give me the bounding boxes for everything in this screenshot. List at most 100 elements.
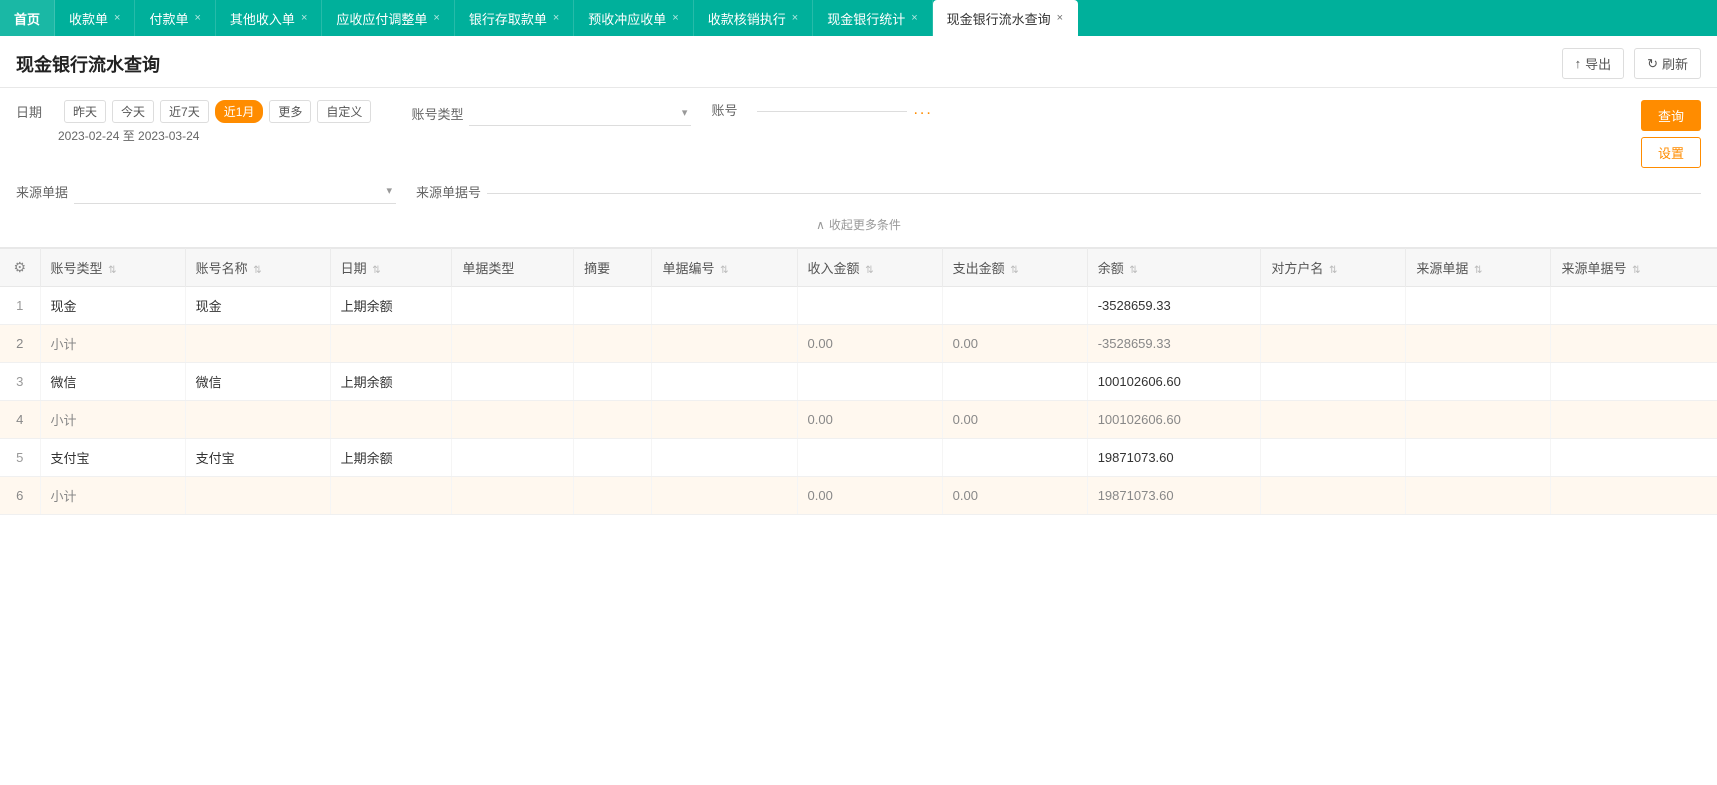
- cell-counterpart: [1261, 363, 1406, 401]
- nav-label: 应收应付调整单: [336, 9, 427, 28]
- col-expense[interactable]: 支出金额 ⇅: [942, 249, 1087, 287]
- date-filter-label: 日期: [16, 102, 56, 121]
- page-header: 现金银行流水查询 ↑ 导出 ↻ 刷新: [0, 36, 1717, 88]
- refresh-label: 刷新: [1662, 54, 1688, 73]
- cell-account-type: 现金: [40, 287, 185, 325]
- nav-label: 预收冲应收单: [588, 9, 666, 28]
- nav-label: 收款核销执行: [708, 9, 786, 28]
- col-doc-type: 单据类型: [452, 249, 574, 287]
- cell-expense: [942, 287, 1087, 325]
- sort-icon: ⇅: [1010, 265, 1018, 276]
- cell-income: [797, 287, 942, 325]
- cell-summary: [574, 325, 652, 363]
- nav-close-icon[interactable]: ×: [911, 12, 917, 24]
- date-btn-custom[interactable]: 自定义: [317, 100, 371, 123]
- cell-doc-no: [652, 287, 797, 325]
- export-button[interactable]: ↑ 导出: [1562, 48, 1625, 79]
- cell-doc-type: [452, 439, 574, 477]
- date-btn-yesterday[interactable]: 昨天: [64, 100, 106, 123]
- cell-expense: 0.00: [942, 401, 1087, 439]
- filter-area: 日期 昨天 今天 近7天 近1月 更多 自定义 2023-02-24 至 202…: [0, 88, 1717, 248]
- col-account-type[interactable]: 账号类型 ⇅: [40, 249, 185, 287]
- date-btn-7days[interactable]: 近7天: [160, 100, 209, 123]
- nav-item-yinhangcunqu[interactable]: 银行存取款单 ×: [455, 0, 574, 36]
- cell-counterpart: [1261, 287, 1406, 325]
- cell-source-doc-no: [1551, 439, 1717, 477]
- nav-close-icon[interactable]: ×: [1057, 12, 1063, 24]
- col-income[interactable]: 收入金额 ⇅: [797, 249, 942, 287]
- table-header-row: ⚙ 账号类型 ⇅ 账号名称 ⇅ 日期 ⇅ 单据类型: [0, 249, 1717, 287]
- cell-account-name: 微信: [185, 363, 330, 401]
- source-doc-input[interactable]: [78, 180, 386, 201]
- export-icon: ↑: [1575, 56, 1582, 71]
- nav-item-fukuandan[interactable]: 付款单 ×: [135, 0, 215, 36]
- nav-item-xianjinstatistics[interactable]: 现金银行统计 ×: [813, 0, 932, 36]
- nav-close-icon[interactable]: ×: [114, 12, 120, 24]
- cell-income: [797, 363, 942, 401]
- nav-close-icon[interactable]: ×: [433, 12, 439, 24]
- account-type-input[interactable]: [473, 102, 681, 123]
- sort-icon: ⇅: [108, 265, 116, 276]
- col-date[interactable]: 日期 ⇅: [330, 249, 452, 287]
- nav-label-home: 首页: [14, 9, 40, 28]
- nav-item-home[interactable]: 首页: [0, 0, 55, 36]
- sort-icon: ⇅: [1329, 265, 1337, 276]
- cell-doc-no: [652, 363, 797, 401]
- cell-account-name: 现金: [185, 287, 330, 325]
- table-row: 1现金现金上期余额-3528659.33: [0, 287, 1717, 325]
- col-account-name[interactable]: 账号名称 ⇅: [185, 249, 330, 287]
- cell-doc-no: [652, 325, 797, 363]
- cell-balance: 19871073.60: [1087, 477, 1261, 515]
- nav-item-shoukuandan[interactable]: 收款单 ×: [55, 0, 135, 36]
- cell-doc-no: [652, 401, 797, 439]
- col-settings[interactable]: ⚙: [0, 249, 40, 287]
- cell-date: [330, 401, 452, 439]
- refresh-icon: ↻: [1647, 56, 1658, 72]
- col-counterpart[interactable]: 对方户名 ⇅: [1261, 249, 1406, 287]
- nav-label: 银行存取款单: [469, 9, 547, 28]
- nav-item-yingshoutiaozheng[interactable]: 应收应付调整单 ×: [322, 0, 454, 36]
- col-source-doc-no[interactable]: 来源单据号 ⇅: [1551, 249, 1717, 287]
- source-doc-chevron-icon[interactable]: ▾: [386, 184, 392, 197]
- nav-close-icon[interactable]: ×: [301, 12, 307, 24]
- cell-doc-type: [452, 477, 574, 515]
- query-button[interactable]: 查询: [1641, 100, 1701, 131]
- col-doc-no[interactable]: 单据编号 ⇅: [652, 249, 797, 287]
- sort-icon: ⇅: [253, 265, 261, 276]
- col-label: 收入金额: [808, 261, 860, 276]
- nav-item-qitashouru[interactable]: 其他收入单 ×: [216, 0, 322, 36]
- date-btn-1month[interactable]: 近1月: [215, 100, 264, 123]
- table-row: 3微信微信上期余额100102606.60: [0, 363, 1717, 401]
- collapse-row: ∧ 收起更多条件: [16, 212, 1701, 239]
- nav-close-icon[interactable]: ×: [672, 12, 678, 24]
- account-type-chevron-icon[interactable]: ▾: [682, 106, 688, 119]
- col-source-doc[interactable]: 来源单据 ⇅: [1406, 249, 1551, 287]
- date-btn-more[interactable]: 更多: [269, 100, 311, 123]
- nav-close-icon[interactable]: ×: [553, 12, 559, 24]
- col-balance[interactable]: 余额 ⇅: [1087, 249, 1261, 287]
- cell-account-type: 微信: [40, 363, 185, 401]
- nav-item-yushou[interactable]: 预收冲应收单 ×: [574, 0, 693, 36]
- nav-item-shoukuanxiaohui[interactable]: 收款核销执行 ×: [694, 0, 813, 36]
- cell-expense: 0.00: [942, 325, 1087, 363]
- cell-summary: [574, 439, 652, 477]
- date-btn-today[interactable]: 今天: [112, 100, 154, 123]
- refresh-button[interactable]: ↻ 刷新: [1634, 48, 1701, 79]
- cell-source-doc: [1406, 325, 1551, 363]
- collapse-button[interactable]: ∧ 收起更多条件: [816, 216, 901, 233]
- cell-source-doc: [1406, 287, 1551, 325]
- account-ellipsis-button[interactable]: ...: [913, 101, 932, 119]
- settings-gear-icon[interactable]: ⚙: [13, 259, 26, 275]
- col-label: 对方户名: [1271, 261, 1323, 276]
- cell-income: 0.00: [797, 325, 942, 363]
- date-filter-options: 昨天 今天 近7天 近1月 更多 自定义: [64, 100, 371, 123]
- nav-item-xianjinliushui[interactable]: 现金银行流水查询 ×: [933, 0, 1078, 36]
- cell-date: [330, 325, 452, 363]
- cell-source-doc: [1406, 439, 1551, 477]
- settings-button[interactable]: 设置: [1641, 137, 1701, 168]
- cell-doc-type: [452, 363, 574, 401]
- nav-close-icon[interactable]: ×: [792, 12, 798, 24]
- nav-close-icon[interactable]: ×: [194, 12, 200, 24]
- row-number: 5: [0, 439, 40, 477]
- row-number: 1: [0, 287, 40, 325]
